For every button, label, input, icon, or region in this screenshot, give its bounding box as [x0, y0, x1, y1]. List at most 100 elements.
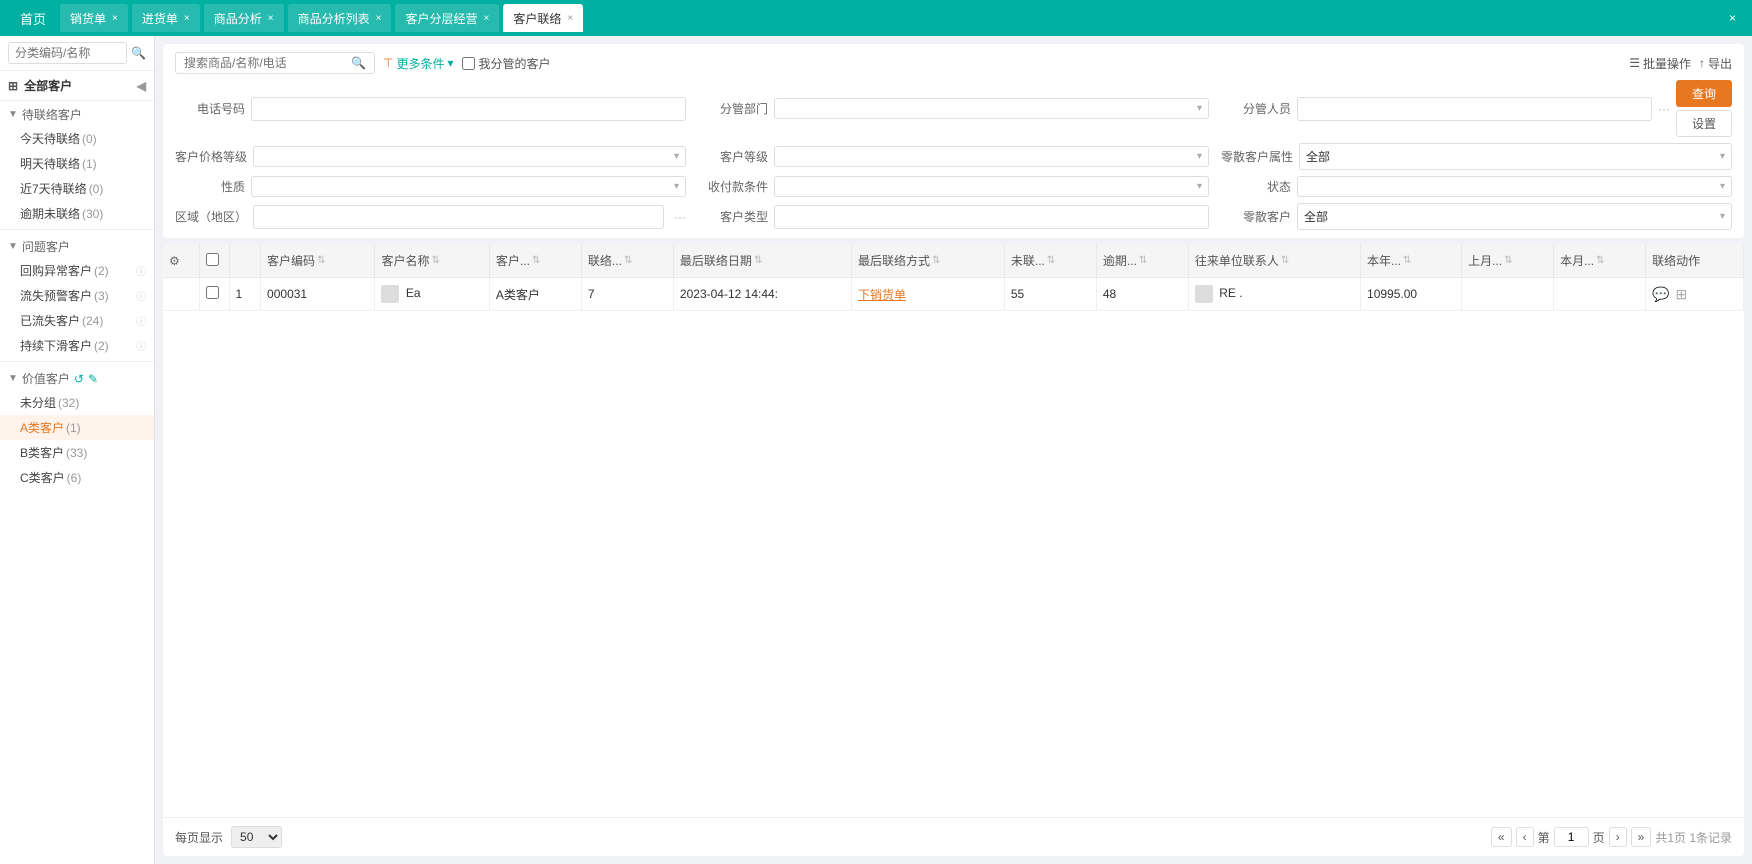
refresh-icon[interactable]: ↺: [74, 372, 84, 386]
th-type[interactable]: 客户... ⇅: [489, 244, 581, 278]
sort-icon-code[interactable]: ⇅: [317, 255, 325, 266]
nav-tab-sales-close[interactable]: ×: [112, 13, 118, 24]
info-icon4[interactable]: ⓘ: [136, 338, 146, 353]
nav-tab-sales[interactable]: 销货单 ×: [60, 4, 128, 32]
sidebar-item-churned[interactable]: 已流失客户 (24) ⓘ: [0, 308, 154, 333]
th-name[interactable]: 客户名称 ⇅: [375, 244, 489, 278]
main-search-input[interactable]: [184, 56, 347, 70]
table-settings-icon[interactable]: ⚙: [169, 254, 180, 268]
nav-tab-analysis-close[interactable]: ×: [268, 13, 274, 24]
manager-more-icon[interactable]: ···: [1658, 102, 1670, 116]
batch-ops-btn[interactable]: ☰ 批量操作: [1629, 55, 1691, 72]
th-this-year[interactable]: 本年... ⇅: [1361, 244, 1462, 278]
filter-payment-select[interactable]: ▾: [774, 176, 1209, 197]
nav-tab-purchase[interactable]: 进货单 ×: [132, 4, 200, 32]
sort-icon-last-method[interactable]: ⇅: [932, 255, 940, 266]
filter-retail-attr-select[interactable]: 全部 ▾: [1299, 143, 1732, 170]
info-icon1[interactable]: ⓘ: [136, 263, 146, 278]
sidebar-section-value[interactable]: ▼ 价值客户 ↺ ✎: [0, 365, 154, 390]
sidebar-collapse-btn[interactable]: ◀: [137, 79, 146, 93]
select-all-checkbox[interactable]: [206, 253, 219, 266]
filter-customer-type-input[interactable]: [774, 205, 1209, 229]
settings-value-icon[interactable]: ✎: [88, 372, 98, 386]
td-last-method-link[interactable]: 下销货单: [858, 288, 906, 302]
sort-icon-this-month[interactable]: ⇅: [1596, 255, 1604, 266]
sort-icon-contact[interactable]: ⇅: [624, 255, 632, 266]
th-contact-count[interactable]: 联络... ⇅: [581, 244, 673, 278]
page-size-select[interactable]: 50 100 200: [231, 826, 282, 848]
sidebar-section-problems[interactable]: ▼ 问题客户: [0, 233, 154, 258]
row-action-qr-icon[interactable]: ⊞: [1676, 286, 1688, 303]
sidebar-item-7days[interactable]: 近7天待联络 (0): [0, 176, 154, 201]
th-last-method[interactable]: 最后联络方式 ⇅: [851, 244, 1004, 278]
last-page-btn[interactable]: »: [1631, 827, 1652, 847]
sidebar-item-today[interactable]: 今天待联络 (0): [0, 126, 154, 151]
filter-retail-customer-select[interactable]: 全部 ▾: [1297, 203, 1732, 230]
th-code[interactable]: 客户编码 ⇅: [261, 244, 375, 278]
info-icon2[interactable]: ⓘ: [136, 288, 146, 303]
nav-tab-customer-contact[interactable]: 客户联络 ×: [503, 4, 583, 32]
nav-tab-purchase-close[interactable]: ×: [184, 13, 190, 24]
page-input[interactable]: [1554, 827, 1589, 847]
sort-icon-company-contact[interactable]: ⇅: [1281, 255, 1289, 266]
th-this-month[interactable]: 本月... ⇅: [1554, 244, 1646, 278]
sidebar-item-b-class[interactable]: B类客户 (33): [0, 440, 154, 465]
first-page-btn[interactable]: «: [1491, 827, 1512, 847]
sort-icon-overdue[interactable]: ⇅: [1139, 255, 1147, 266]
row-action-chat-icon[interactable]: 💬: [1652, 286, 1669, 303]
main-search-icon[interactable]: 🔍: [351, 56, 366, 70]
prev-page-btn[interactable]: ‹: [1516, 827, 1534, 847]
nav-tab-analysis-list[interactable]: 商品分析列表 ×: [288, 4, 392, 32]
filter-customer-level-select[interactable]: ▾: [774, 146, 1209, 167]
region-more-icon[interactable]: ···: [674, 210, 686, 224]
sidebar-section-pending[interactable]: ▼ 待联络客户: [0, 101, 154, 126]
nav-tab-customer-tier[interactable]: 客户分层经营 ×: [395, 4, 499, 32]
th-overdue[interactable]: 逾期... ⇅: [1096, 244, 1188, 278]
my-customer-checkbox[interactable]: [462, 57, 475, 70]
sidebar-item-abnormal[interactable]: 回购异常客户 (2) ⓘ: [0, 258, 154, 283]
th-last-month[interactable]: 上月... ⇅: [1462, 244, 1554, 278]
more-filter-btn[interactable]: ⊤ 更多条件 ▾: [383, 55, 454, 72]
th-uncontacted[interactable]: 未联... ⇅: [1004, 244, 1096, 278]
nav-tab-customer-contact-close[interactable]: ×: [567, 13, 573, 24]
filter-manager-input[interactable]: [1297, 97, 1652, 121]
filter-status-select[interactable]: ▾: [1297, 176, 1732, 197]
td-row-checkbox[interactable]: [199, 278, 229, 311]
nav-tab-customer-tier-close[interactable]: ×: [483, 13, 489, 24]
sidebar-item-tomorrow[interactable]: 明天待联络 (1): [0, 151, 154, 176]
sort-icon-type[interactable]: ⇅: [532, 255, 540, 266]
filter-dept-select[interactable]: ▾: [774, 98, 1209, 119]
info-icon3[interactable]: ⓘ: [136, 313, 146, 328]
sidebar-item-c-class[interactable]: C类客户 (6): [0, 465, 154, 490]
sort-icon-name[interactable]: ⇅: [432, 255, 440, 266]
nav-tab-analysis[interactable]: 商品分析 ×: [204, 4, 284, 32]
filter-region-input[interactable]: [253, 205, 664, 229]
sort-icon-uncontacted[interactable]: ⇅: [1047, 255, 1055, 266]
filter-phone-input[interactable]: [251, 97, 686, 121]
sort-icon-last-date[interactable]: ⇅: [754, 255, 762, 266]
sidebar-search-icon[interactable]: 🔍: [131, 46, 146, 60]
sidebar-item-overdue-contact[interactable]: 逾期未联络 (30): [0, 201, 154, 226]
th-company-contact[interactable]: 往来单位联系人 ⇅: [1188, 244, 1360, 278]
sidebar-all-customers-header[interactable]: ⊞ 全部客户 ◀: [0, 71, 154, 101]
export-btn[interactable]: ↑ 导出: [1699, 55, 1732, 72]
next-page-btn[interactable]: ›: [1609, 827, 1627, 847]
filter-nature-select[interactable]: ▾: [251, 176, 686, 197]
row-checkbox[interactable]: [206, 286, 219, 299]
nav-home[interactable]: 首页: [8, 9, 58, 28]
sidebar-item-declining[interactable]: 持续下滑客户 (2) ⓘ: [0, 333, 154, 358]
nav-tab-analysis-list-close[interactable]: ×: [376, 13, 382, 24]
close-all-btn[interactable]: ×: [1729, 11, 1744, 25]
sidebar-item-ungroup[interactable]: 未分组 (32): [0, 390, 154, 415]
th-last-date[interactable]: 最后联络日期 ⇅: [673, 244, 851, 278]
my-customer-check[interactable]: 我分管的客户: [462, 55, 551, 72]
sort-icon-last-month[interactable]: ⇅: [1504, 255, 1512, 266]
sort-icon-this-year[interactable]: ⇅: [1403, 255, 1411, 266]
sidebar-item-a-class[interactable]: A类客户 (1): [0, 415, 154, 440]
settings-button[interactable]: 设置: [1676, 110, 1732, 137]
main-search-wrap[interactable]: 🔍: [175, 52, 375, 74]
sidebar-item-churning[interactable]: 流失预警客户 (3) ⓘ: [0, 283, 154, 308]
query-button[interactable]: 查询: [1676, 80, 1732, 107]
filter-price-level-select[interactable]: ▾: [253, 146, 686, 167]
sidebar-search-input[interactable]: [8, 42, 127, 64]
